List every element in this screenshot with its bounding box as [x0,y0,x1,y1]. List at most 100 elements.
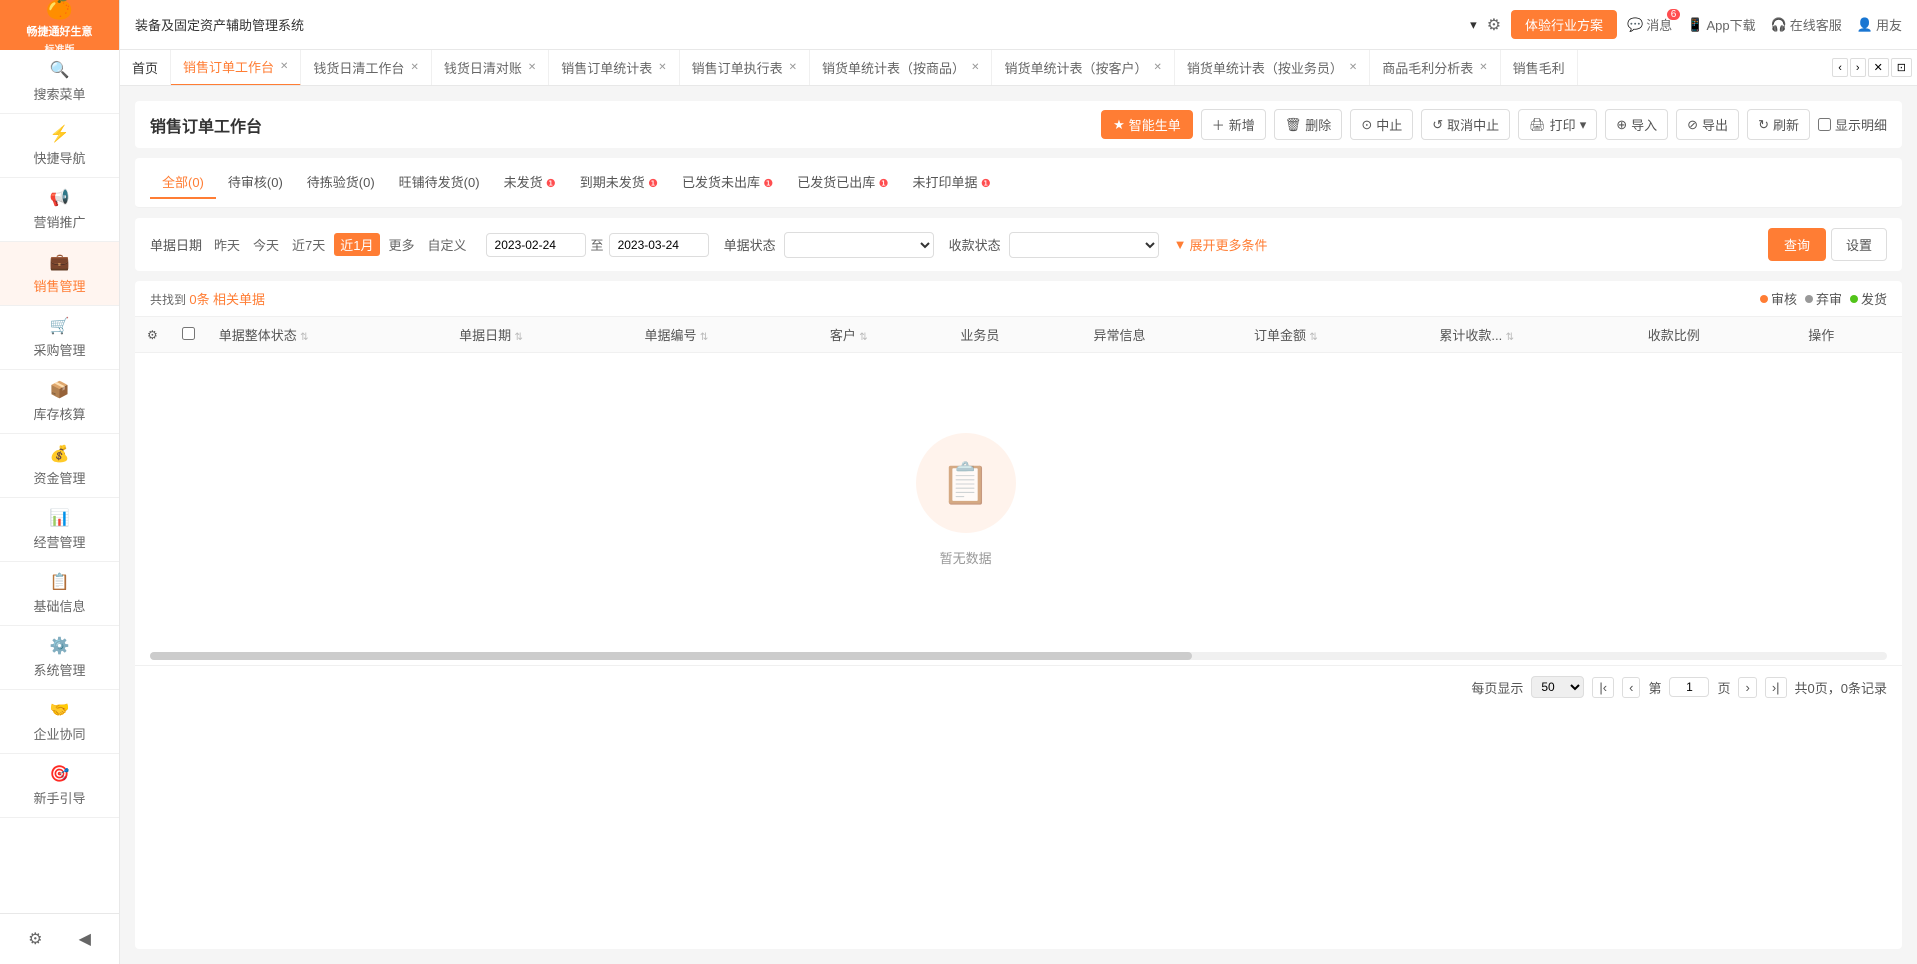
tab-sales-summary-customer[interactable]: 销货单统计表（按客户） ✕ [992,50,1174,86]
filter-tab-pending-inspect[interactable]: 待拣验货(0) [295,166,387,199]
show-detail-checkbox[interactable] [1818,118,1831,131]
sidebar-item-label: 采购管理 [33,340,85,359]
quick-date-1month[interactable]: 近1月 [334,233,379,256]
page-size-select[interactable]: 50 10 20 100 [1531,676,1584,698]
tab-cash-reconcile[interactable]: 钱货日清对账 ✕ [432,50,549,86]
tab-cash-daily[interactable]: 钱货日清工作台 ✕ [301,50,431,86]
ship-action[interactable]: 发货 [1850,289,1887,308]
tab-next-btn[interactable]: › [1850,58,1866,77]
filter-tab-pending-review[interactable]: 待审核(0) [216,166,295,199]
quick-date-yesterday[interactable]: 昨天 [210,233,244,256]
settings-icon[interactable]: ⚙ [23,924,47,954]
sort-icon: ⇅ [514,332,522,343]
tab-sales-profit[interactable]: 销售毛利 [1501,50,1578,86]
sidebar-item-marketing[interactable]: 📢 营销推广 [0,178,119,242]
show-detail-label[interactable]: 显示明细 [1818,115,1887,134]
quick-date-today[interactable]: 今天 [249,233,283,256]
refresh-icon: ↻ [1758,117,1769,133]
logo: 🍊 畅捷通好生意 标准版 [0,0,119,50]
sidebar-item-quick-nav[interactable]: ⚡ 快捷导航 [0,114,119,178]
filter-tab-wangpu-pending[interactable]: 旺铺待发货(0) [387,166,492,199]
tab-sales-exec[interactable]: 销售订单执行表 ✕ [680,50,810,86]
close-icon[interactable]: ✕ [528,62,536,73]
collapse-icon[interactable]: ◀ [74,924,96,954]
date-from-input[interactable] [486,233,586,257]
filter-tab-shipped-not-warehoused[interactable]: 已发货未出库 ❶ [670,166,785,199]
checkbox-col[interactable] [170,317,207,353]
lightning-icon: ⚡ [50,124,70,144]
print-btn[interactable]: 🖨 打印 ▾ [1518,109,1597,140]
app-download-item[interactable]: 📱 App下载 [1687,15,1755,34]
query-btn[interactable]: 查询 [1768,228,1826,261]
sidebar-item-sales[interactable]: 💼 销售管理 [0,242,119,306]
close-icon[interactable]: ✕ [971,62,979,73]
tab-prev-btn[interactable]: ‹ [1832,58,1848,77]
sidebar-item-finance[interactable]: 💰 资金管理 [0,434,119,498]
quick-date-custom[interactable]: 自定义 [424,233,471,256]
user-item[interactable]: 👤 用友 [1857,15,1902,34]
select-all-checkbox[interactable] [182,327,195,340]
sidebar-item-inventory[interactable]: 📦 库存核算 [0,370,119,434]
filter-tab-not-printed[interactable]: 未打印单据 ❶ [901,166,1003,199]
close-icon[interactable]: ✕ [789,62,797,73]
setting-btn[interactable]: 设置 [1831,228,1887,261]
sidebar-item-operations[interactable]: 📊 经营管理 [0,498,119,562]
close-icon[interactable]: ✕ [1349,62,1357,73]
tab-label: 销货单统计表（按商品） [822,58,965,77]
status-select[interactable] [784,232,934,258]
expand-btn[interactable]: ▼ 展开更多条件 [1174,235,1268,254]
tab-sales-summary-staff[interactable]: 销货单统计表（按业务员） ✕ [1175,50,1370,86]
payment-select[interactable] [1009,232,1159,258]
export-btn[interactable]: ⊘ 导出 [1676,109,1739,140]
date-to-input[interactable] [609,233,709,257]
tab-expand-btn[interactable]: ⊡ [1891,58,1912,77]
stop-btn[interactable]: ⊙ 中止 [1350,109,1413,140]
message-icon-item[interactable]: 💬 消息 6 [1627,15,1672,34]
smart-generate-btn[interactable]: ★ 智能生单 [1101,110,1193,139]
last-page-btn[interactable]: ›| [1765,677,1787,698]
sidebar-item-search[interactable]: 🔍 搜索菜单 [0,50,119,114]
quick-date-7days[interactable]: 近7天 [288,233,329,256]
horizontal-scrollbar[interactable] [150,652,1887,660]
tab-sales-stats[interactable]: 销售订单统计表 ✕ [549,50,679,86]
experience-btn[interactable]: 体验行业方案 [1511,10,1617,39]
cancel-stop-btn[interactable]: ↺ 取消中止 [1421,109,1510,140]
close-icon[interactable]: ✕ [658,62,666,73]
sidebar-item-cooperation[interactable]: 🤝 企业协同 [0,690,119,754]
tab-home[interactable]: 首页 [120,50,171,86]
filter-tab-overdue-not-shipped[interactable]: 到期未发货 ❶ [568,166,670,199]
import-btn[interactable]: ⊕ 导入 [1605,109,1668,140]
table-info: 共找到 0条 相关单据 [150,289,265,308]
sidebar-item-basic-info[interactable]: 📋 基础信息 [0,562,119,626]
close-icon[interactable]: ✕ [280,61,288,72]
online-service-item[interactable]: 🎧 在线客服 [1771,15,1842,34]
tab-close-all-btn[interactable]: ✕ [1868,58,1889,77]
settings-gear-icon[interactable]: ⚙ [1487,15,1501,35]
next-page-btn[interactable]: › [1738,677,1756,698]
prev-page-btn[interactable]: ‹ [1622,677,1640,698]
quick-date-more[interactable]: 更多 [385,233,419,256]
close-icon[interactable]: ✕ [1153,62,1161,73]
tab-product-margin[interactable]: 商品毛利分析表 ✕ [1370,50,1500,86]
page-input[interactable] [1669,677,1709,697]
sidebar-item-purchase[interactable]: 🛒 采购管理 [0,306,119,370]
first-page-btn[interactable]: |‹ [1592,677,1614,698]
add-btn[interactable]: ＋ 新增 [1201,109,1266,140]
close-icon[interactable]: ✕ [1479,62,1487,73]
online-service-label: 在线客服 [1790,15,1842,34]
delete-btn[interactable]: 🗑 删除 [1274,109,1343,140]
filter-tab-shipped-warehoused[interactable]: 已发货已出库 ❶ [785,166,900,199]
tab-sales-workbench[interactable]: 销售订单工作台 ✕ [171,50,301,86]
system-dropdown[interactable]: ▾ [1470,17,1477,33]
scrollbar-thumb[interactable] [150,652,1192,660]
unreviewed-action[interactable]: 弃审 [1805,289,1842,308]
filter-tab-not-shipped[interactable]: 未发货 ❶ [492,166,568,199]
sidebar-item-guide[interactable]: 🎯 新手引导 [0,754,119,818]
review-action[interactable]: 审核 [1760,289,1797,308]
sidebar-item-system[interactable]: ⚙️ 系统管理 [0,626,119,690]
filter-tab-all[interactable]: 全部(0) [150,166,216,199]
close-icon[interactable]: ✕ [410,62,418,73]
settings-col[interactable]: ⚙ [135,317,170,353]
refresh-btn[interactable]: ↻ 刷新 [1747,109,1810,140]
tab-sales-summary-product[interactable]: 销货单统计表（按商品） ✕ [810,50,992,86]
